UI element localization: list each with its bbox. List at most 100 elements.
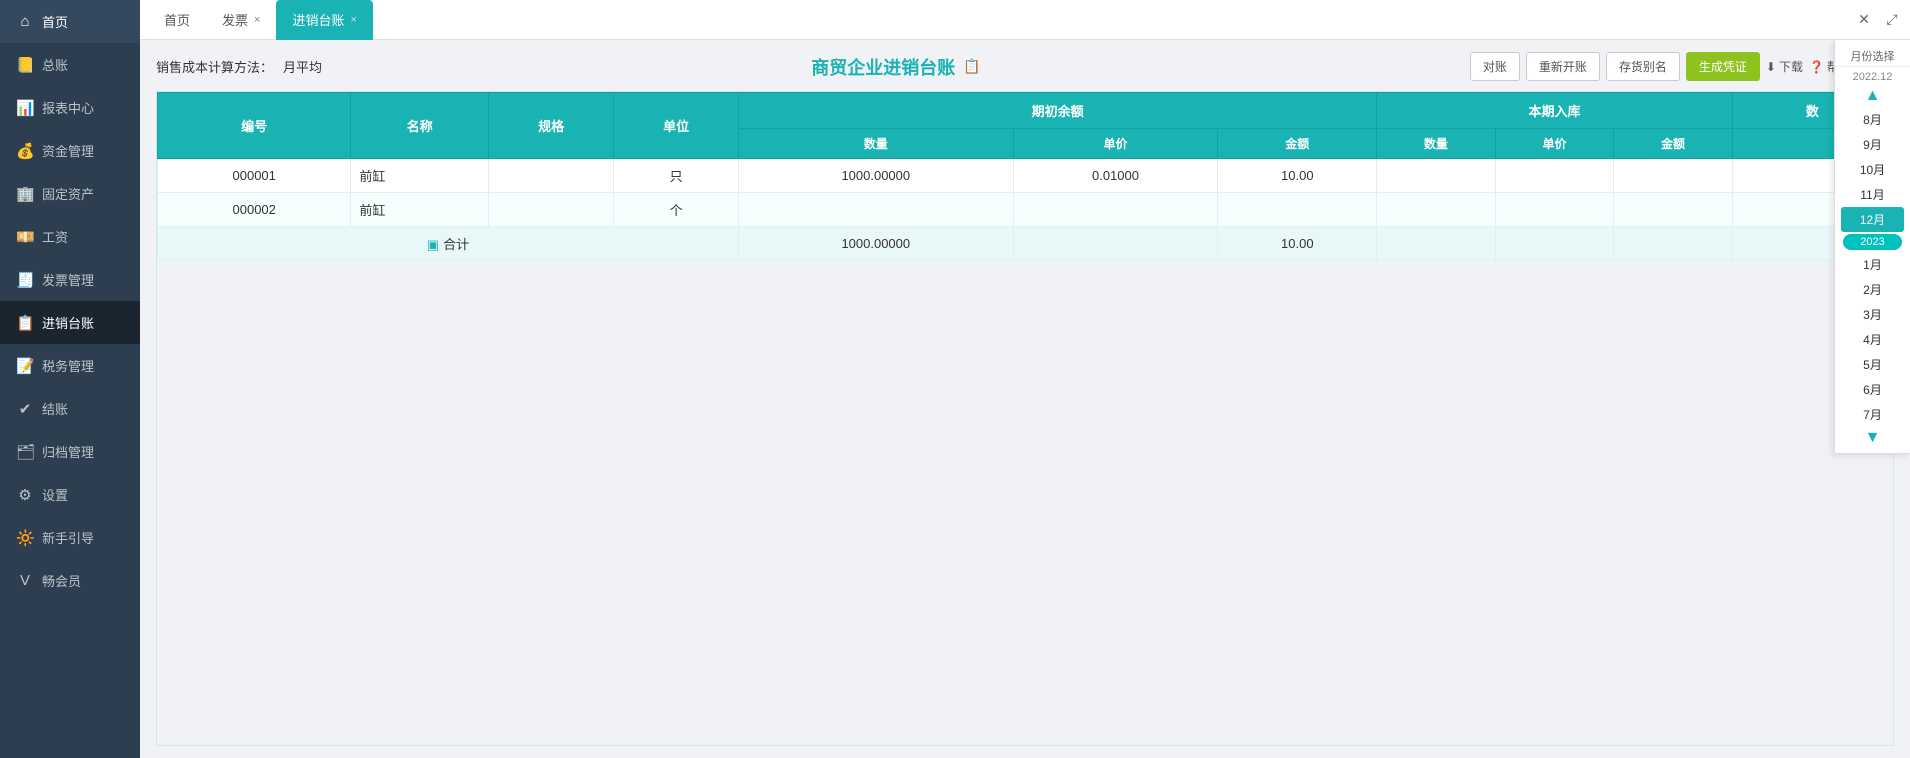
- purchase-sales-icon: 📋: [16, 314, 34, 332]
- salary-icon: 💴: [16, 228, 34, 246]
- cell-in-price: [1495, 159, 1614, 193]
- month-prev-button[interactable]: ▲: [1835, 85, 1910, 107]
- ledger-icon: 📒: [16, 56, 34, 74]
- cost-method-value: 月平均: [283, 57, 322, 76]
- month-item-1-2023[interactable]: 1月: [1835, 252, 1910, 277]
- tab-home[interactable]: 首页: [148, 0, 206, 40]
- total-init-price: [1013, 227, 1218, 261]
- sidebar-item-salary[interactable]: 💴 工资: [0, 215, 140, 258]
- col-header-current-in: 本期入库: [1377, 93, 1733, 129]
- col-sub-in-amount: 金额: [1614, 129, 1733, 159]
- col-sub-init-price: 单价: [1013, 129, 1218, 159]
- cell-spec: [489, 159, 614, 193]
- archive-icon: 🗂: [16, 443, 34, 461]
- sidebar-item-member[interactable]: V 畅会员: [0, 559, 140, 602]
- month-item-2-2023[interactable]: 2月: [1835, 277, 1910, 302]
- table-row: 000001 前缸 只 1000.00000 0.01000 10.00: [158, 159, 1893, 193]
- reopen-button[interactable]: 重新开账: [1526, 52, 1600, 81]
- sidebar-item-invoice-mgmt[interactable]: 🧾 发票管理: [0, 258, 140, 301]
- finance-icon: 💰: [16, 142, 34, 160]
- sidebar-item-purchase-sales[interactable]: 📋 进销台账: [0, 301, 140, 344]
- reports-icon: 📊: [16, 99, 34, 117]
- month-item-10[interactable]: 10月: [1835, 157, 1910, 182]
- total-icon: ▣: [427, 237, 439, 252]
- home-icon: ⌂: [16, 13, 34, 30]
- total-in-price: [1495, 227, 1614, 261]
- total-init-qty: 1000.00000: [739, 227, 1013, 261]
- cell-in-amount: [1614, 193, 1733, 227]
- month-item-6-2023[interactable]: 6月: [1835, 377, 1910, 402]
- generate-voucher-button[interactable]: 生成凭证: [1686, 52, 1760, 81]
- month-item-3-2023[interactable]: 3月: [1835, 302, 1910, 327]
- toolbar-actions: 对账 重新开账 存货别名 生成凭证 ⬇ 下载 ❓ 帮助 ↻ 刷新: [1470, 52, 1894, 81]
- month-item-8[interactable]: 8月: [1835, 107, 1910, 132]
- cell-in-price: [1495, 193, 1614, 227]
- sidebar-item-archive[interactable]: 🗂 归档管理: [0, 430, 140, 473]
- sidebar: ⌂ 首页 📒 总账 📊 报表中心 💰 资金管理 🏢 固定资产 💴 工资 🧾 发票…: [0, 0, 140, 758]
- sidebar-item-finance[interactable]: 💰 资金管理: [0, 129, 140, 172]
- month-picker-year-2022: 2022.12: [1835, 69, 1910, 85]
- sidebar-item-guide[interactable]: 🔆 新手引导: [0, 516, 140, 559]
- save-alias-button[interactable]: 存货别名: [1606, 52, 1680, 81]
- month-next-button[interactable]: ▼: [1835, 427, 1910, 449]
- tab-purchase-sales[interactable]: 进销台账 ×: [276, 0, 372, 40]
- total-in-qty: [1377, 227, 1496, 261]
- month-item-7-2023[interactable]: 7月: [1835, 402, 1910, 427]
- assets-icon: 🏢: [16, 185, 34, 203]
- cost-method-label: 销售成本计算方法：: [156, 57, 273, 76]
- sidebar-item-settings[interactable]: ⚙ 设置: [0, 473, 140, 516]
- month-picker-panel: 月份选择 2022.12 ▲ 8月 9月 10月 11月 12月 2023 1月…: [1834, 40, 1910, 454]
- tab-purchase-sales-close[interactable]: ×: [350, 14, 356, 26]
- month-item-9[interactable]: 9月: [1835, 132, 1910, 157]
- reconcile-button[interactable]: 对账: [1470, 52, 1520, 81]
- cell-init-qty: 1000.00000: [739, 159, 1013, 193]
- invoice-mgmt-icon: 🧾: [16, 271, 34, 289]
- download-button[interactable]: ⬇ 下载: [1766, 58, 1803, 75]
- maximize-button[interactable]: ⤢: [1882, 10, 1902, 30]
- help-icon: ❓: [1809, 60, 1824, 74]
- tab-bar: 首页 发票 × 进销台账 × ✕ ⤢: [140, 0, 1910, 40]
- col-header-code: 编号: [158, 93, 351, 159]
- table-row: 000002 前缸 个: [158, 193, 1893, 227]
- sidebar-item-assets[interactable]: 🏢 固定资产: [0, 172, 140, 215]
- sidebar-item-reports[interactable]: 📊 报表中心: [0, 86, 140, 129]
- col-header-unit: 单位: [614, 93, 739, 159]
- col-sub-init-amount: 金额: [1218, 129, 1377, 159]
- sidebar-item-home[interactable]: ⌂ 首页: [0, 0, 140, 43]
- month-item-12-2022[interactable]: 12月: [1841, 207, 1904, 232]
- minimize-button[interactable]: ✕: [1854, 10, 1874, 30]
- cell-init-amount: [1218, 193, 1377, 227]
- cell-in-amount: [1614, 159, 1733, 193]
- sidebar-item-tax[interactable]: 📝 税务管理: [0, 344, 140, 387]
- table-wrapper: 编号 名称 规格 单位 期初余额 本期入库 数 数量 单价 金额 数量 单价: [156, 91, 1894, 746]
- month-year-2023-label: 2023: [1843, 234, 1902, 250]
- cell-in-qty: [1377, 159, 1496, 193]
- tab-invoice-close[interactable]: ×: [254, 14, 260, 26]
- month-picker-title: 月份选择: [1835, 44, 1910, 67]
- sidebar-item-checkout[interactable]: ✔ 结账: [0, 387, 140, 430]
- month-item-5-2023[interactable]: 5月: [1835, 352, 1910, 377]
- sidebar-item-ledger[interactable]: 📒 总账: [0, 43, 140, 86]
- col-sub-init-qty: 数量: [739, 129, 1013, 159]
- cell-init-price: [1013, 193, 1218, 227]
- cell-name: 前缸: [351, 159, 489, 193]
- content-area: 销售成本计算方法： 月平均 商贸企业进销台账 📋 对账 重新开账 存货别名 生成…: [140, 40, 1910, 758]
- tax-icon: 📝: [16, 357, 34, 375]
- guide-icon: 🔆: [16, 529, 34, 547]
- tab-invoice[interactable]: 发票 ×: [206, 0, 276, 40]
- cell-init-qty: [739, 193, 1013, 227]
- col-header-init-balance: 期初余额: [739, 93, 1377, 129]
- main-table: 编号 名称 规格 单位 期初余额 本期入库 数 数量 单价 金额 数量 单价: [157, 92, 1893, 261]
- member-icon: V: [16, 572, 34, 589]
- title-info-icon[interactable]: 📋: [963, 58, 980, 75]
- cell-name: 前缸: [351, 193, 489, 227]
- month-item-11[interactable]: 11月: [1835, 182, 1910, 207]
- cell-init-amount: 10.00: [1218, 159, 1377, 193]
- main-area: 首页 发票 × 进销台账 × ✕ ⤢ 销售成本计算方法： 月平均 商贸企业进销台…: [140, 0, 1910, 758]
- cell-code: 000001: [158, 159, 351, 193]
- col-sub-in-qty: 数量: [1377, 129, 1496, 159]
- cell-unit: 个: [614, 193, 739, 227]
- month-item-4-2023[interactable]: 4月: [1835, 327, 1910, 352]
- cell-unit: 只: [614, 159, 739, 193]
- col-sub-in-price: 单价: [1495, 129, 1614, 159]
